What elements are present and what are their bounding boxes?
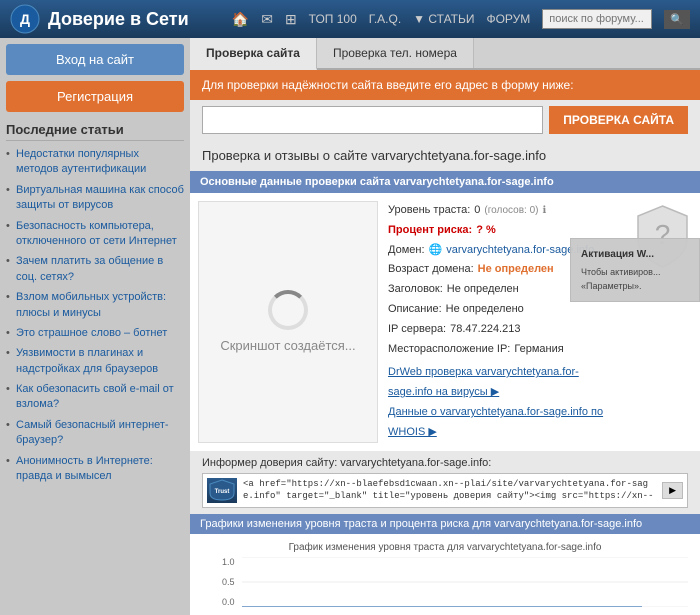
url-input[interactable] bbox=[202, 106, 543, 134]
svg-text:Trust: Trust bbox=[215, 489, 230, 495]
header-label: Заголовок: bbox=[388, 280, 443, 300]
search-input[interactable] bbox=[542, 9, 652, 29]
percent-label: Процент риска: bbox=[388, 221, 472, 241]
sidebar-article-item[interactable]: Анонимность в Интернете: правда и вымысе… bbox=[6, 454, 184, 485]
activation-title: Активация W... bbox=[581, 247, 689, 262]
header-value: Не определен bbox=[447, 280, 519, 300]
sidebar-article-item[interactable]: Безопасность компьютера, отключенного от… bbox=[6, 219, 184, 250]
check-site-button[interactable]: ПРОВЕРКА САЙТА bbox=[549, 106, 688, 134]
informer-box: Trust <a href="https://xn--blaefebsd1cwa… bbox=[202, 473, 688, 508]
site-title: Доверие в Сети bbox=[48, 9, 189, 30]
trust-votes: (голосов: 0) bbox=[484, 202, 538, 220]
location-row: Месторасположение IP: Германия bbox=[388, 340, 622, 360]
domain-icon: 🌐 bbox=[429, 241, 443, 261]
location-value: Германия bbox=[514, 340, 563, 360]
main-wrapper: Проверка сайта Проверка тел. номера Для … bbox=[190, 38, 700, 615]
sidebar-article-item[interactable]: Это страшное слово – ботнет bbox=[6, 326, 184, 341]
graph-line: 1.0 0.5 0.0 bbox=[222, 557, 688, 607]
search-button[interactable]: 🔍 bbox=[664, 10, 690, 29]
trust-level-label: Уровень траста: bbox=[388, 201, 470, 221]
check-form: ПРОВЕРКА САЙТА bbox=[190, 100, 700, 140]
whois-link[interactable]: Данные о varvarychtetyana.for-sage.info … bbox=[388, 406, 603, 438]
logo-area: Д Доверие в Сети bbox=[10, 4, 232, 34]
check-banner: Для проверки надёжности сайта введите ег… bbox=[190, 70, 700, 100]
last-articles-title: Последние статьи bbox=[6, 122, 184, 141]
trust-level-value: 0 bbox=[474, 201, 480, 221]
sidebar-article-item[interactable]: Взлом мобильных устройств: плюсы и минус… bbox=[6, 290, 184, 321]
login-button[interactable]: Вход на сайт bbox=[6, 44, 184, 75]
age-label: Возраст домена: bbox=[388, 260, 474, 280]
sidebar-article-item[interactable]: Недостатки популярных методов аутентифик… bbox=[6, 147, 184, 178]
faq-link[interactable]: Г.А.Q. bbox=[369, 12, 401, 26]
layout: Вход на сайт Регистрация Последние стать… bbox=[0, 38, 700, 615]
loading-spinner bbox=[268, 290, 308, 330]
sidebar: Вход на сайт Регистрация Последние стать… bbox=[0, 38, 190, 615]
header: Д Доверие в Сети 🏠 ✉ ⊞ ТОП 100 Г.А.Q. ▼ … bbox=[0, 0, 700, 38]
graph-title: График изменения уровня траста для varva… bbox=[202, 542, 688, 553]
nav-area: 🏠 ✉ ⊞ ТОП 100 Г.А.Q. ▼ СТАТЬИ ФОРУМ 🔍 bbox=[232, 9, 690, 29]
trust-level-row: Уровень траста: 0 (голосов: 0) ℹ bbox=[388, 201, 622, 221]
y-top-label: 1.0 bbox=[222, 557, 235, 567]
trust-info-icon[interactable]: ℹ bbox=[542, 202, 546, 220]
y-mid-label: 0.5 bbox=[222, 577, 235, 587]
graph-svg bbox=[242, 557, 688, 607]
activation-overlay: Активация W... Чтобы активиров...«Параме… bbox=[570, 238, 700, 302]
ip-value: 78.47.224.213 bbox=[450, 320, 520, 340]
forum-link[interactable]: ФОРУМ bbox=[486, 12, 530, 26]
informer-code[interactable]: <a href="https://xn--blaefebsd1cwaan.xn-… bbox=[243, 478, 656, 503]
sidebar-article-item[interactable]: Виртуальная машина как способ защиты от … bbox=[6, 183, 184, 214]
sidebar-article-item[interactable]: Самый безопасный интернет-браузер? bbox=[6, 418, 184, 449]
activation-text: Чтобы активиров...«Параметры». bbox=[581, 266, 689, 293]
screenshot-text: Скриншот создаётся... bbox=[220, 338, 355, 353]
copy-code-button[interactable]: ▶ bbox=[662, 482, 683, 499]
informer-shield-icon: Trust bbox=[208, 479, 236, 501]
register-button[interactable]: Регистрация bbox=[6, 81, 184, 112]
description-value: Не определено bbox=[446, 300, 524, 320]
graph-area: График изменения уровня траста для varva… bbox=[190, 534, 700, 615]
sidebar-article-item[interactable]: Зачем платить за общение в соц. сетях? bbox=[6, 254, 184, 285]
sidebar-article-item[interactable]: Уязвимости в плагинах и надстройках для … bbox=[6, 346, 184, 377]
main-content: Проверка сайта Проверка тел. номера Для … bbox=[190, 38, 700, 615]
informer-section: Информер доверия сайту: varvarychtetyana… bbox=[190, 451, 700, 514]
location-label: Месторасположение IP: bbox=[388, 340, 510, 360]
percent-value: ? % bbox=[476, 221, 496, 241]
svg-text:Д: Д bbox=[20, 11, 30, 27]
result-body: Скриншот создаётся... Уровень траста: 0 … bbox=[190, 193, 700, 451]
informer-logo: Trust bbox=[207, 478, 237, 503]
grid-icon[interactable]: ⊞ bbox=[285, 11, 297, 28]
ip-row: IP сервера: 78.47.224.213 bbox=[388, 320, 622, 340]
description-label: Описание: bbox=[388, 300, 442, 320]
result-header: Основные данные проверки сайта varvarych… bbox=[190, 171, 700, 193]
tab-check-phone[interactable]: Проверка тел. номера bbox=[317, 38, 474, 68]
ip-label: IP сервера: bbox=[388, 320, 446, 340]
articles-list: Недостатки популярных методов аутентифик… bbox=[6, 147, 184, 484]
age-value: Не определен bbox=[478, 260, 554, 280]
articles-link[interactable]: ▼ СТАТЬИ bbox=[413, 12, 474, 26]
top100-link[interactable]: ТОП 100 bbox=[309, 12, 357, 26]
drweb-link[interactable]: DrWeb проверка varvarychtetyana.for-sage… bbox=[388, 366, 579, 398]
informer-title: Информер доверия сайту: varvarychtetyana… bbox=[202, 457, 688, 469]
tabs: Проверка сайта Проверка тел. номера bbox=[190, 38, 700, 70]
tab-check-site[interactable]: Проверка сайта bbox=[190, 38, 317, 70]
y-bot-label: 0.0 bbox=[222, 597, 235, 607]
domain-label: Домен: bbox=[388, 241, 425, 261]
home-icon[interactable]: 🏠 bbox=[232, 11, 249, 28]
result-title: Проверка и отзывы о сайте varvarychtetya… bbox=[190, 140, 700, 171]
graph-section: Графики изменения уровня траста и процен… bbox=[190, 514, 700, 534]
screenshot-area: Скриншот создаётся... bbox=[198, 201, 378, 443]
sidebar-article-item[interactable]: Как обезопасить свой e-mail от взлома? bbox=[6, 382, 184, 413]
description-row: Описание: Не определено bbox=[388, 300, 622, 320]
mail-icon[interactable]: ✉ bbox=[261, 11, 273, 28]
logo-icon: Д bbox=[10, 4, 40, 34]
